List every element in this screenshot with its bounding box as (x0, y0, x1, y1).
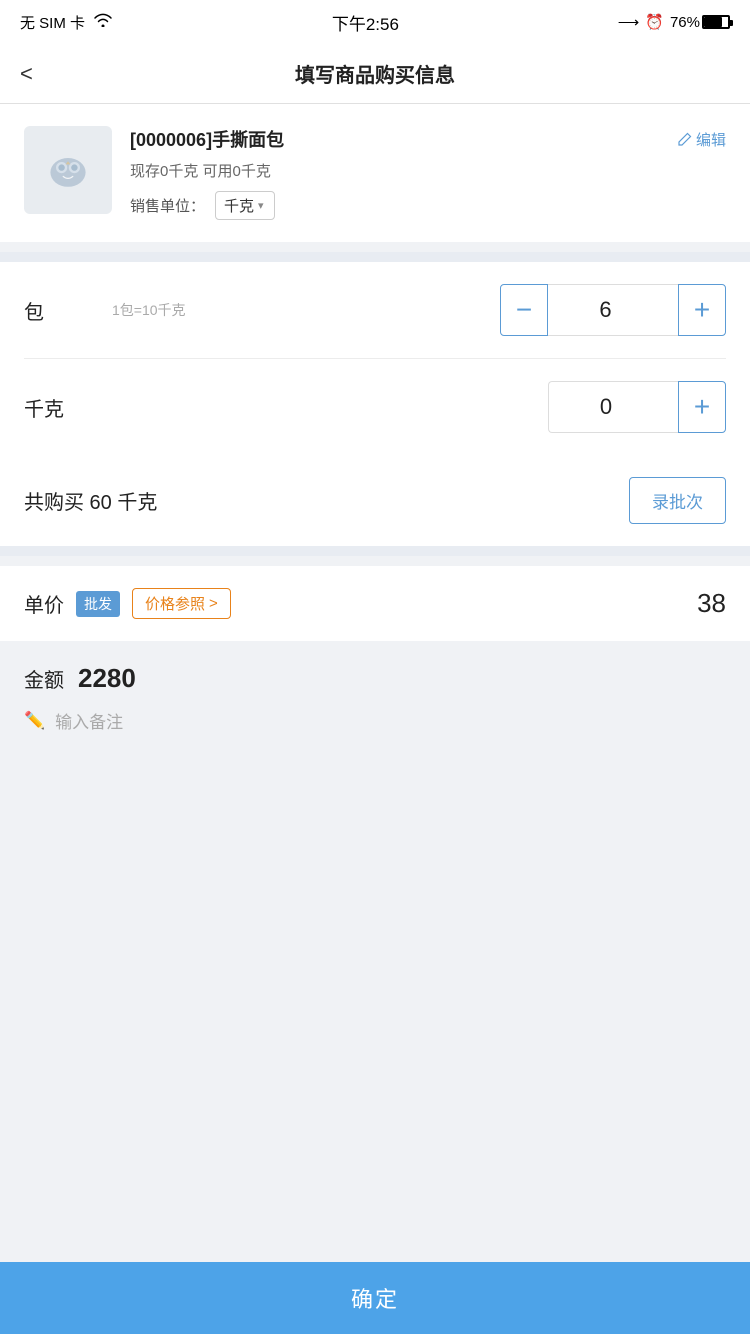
kg-qty-controls: + (548, 381, 726, 433)
battery-label: 76% (670, 14, 700, 31)
status-time: 下午2:56 (332, 10, 399, 35)
bag-minus-button[interactable]: − (500, 284, 548, 336)
price-value: 38 (697, 588, 726, 619)
wifi-icon (93, 13, 113, 31)
kg-plus-button[interactable]: + (678, 381, 726, 433)
bag-qty-controls: − + (500, 284, 726, 336)
product-info: [0000006]手撕面包 编辑 现存0千克 可用0千克 销售单位： 千克 ▾ (130, 126, 726, 220)
section-divider-2 (0, 546, 750, 556)
nav-bar: < 填写商品购买信息 (0, 44, 750, 104)
quantity-row-kg: 千克 + (24, 359, 726, 455)
input-section: 包 1包=10千克 − + 千克 + (0, 262, 750, 455)
bag-sublabel: 1包=10千克 (112, 300, 500, 320)
product-title-row: [0000006]手撕面包 编辑 (130, 126, 726, 152)
kg-label: 千克 (24, 393, 104, 422)
battery-icon (702, 15, 730, 29)
product-thumbnail (24, 126, 112, 214)
pencil-icon: ✏️ (24, 711, 45, 731)
price-label: 单价 (24, 589, 64, 618)
carrier-label: 无 SIM 卡 (20, 12, 85, 33)
status-right: ⟶ ⏰ 76% (618, 13, 730, 31)
price-row: 单价 批发 价格参照 > 38 (24, 588, 726, 619)
bag-label: 包 (24, 296, 104, 325)
amount-value: 2280 (78, 663, 136, 694)
status-left: 无 SIM 卡 (20, 12, 113, 33)
unit-label: 销售单位： (130, 195, 205, 216)
amount-label: 金额 (24, 664, 64, 693)
section-divider-1 (0, 252, 750, 262)
amount-section: 金额 2280 ✏️ 输入备注 (0, 641, 750, 743)
price-section: 单价 批发 价格参照 > 38 (0, 566, 750, 641)
price-batch-tag: 批发 (76, 591, 120, 617)
back-button[interactable]: < (20, 61, 33, 87)
bag-plus-button[interactable]: + (678, 284, 726, 336)
price-ref-button[interactable]: 价格参照 > (132, 588, 231, 619)
edit-button[interactable]: 编辑 (678, 129, 726, 150)
price-ref-label: 价格参照 (145, 593, 205, 614)
summary-text: 共购买 60 千克 (24, 486, 157, 515)
confirm-button[interactable]: 确定 (0, 1262, 750, 1334)
unit-select[interactable]: 千克 ▾ (215, 191, 275, 220)
batch-button[interactable]: 录批次 (629, 477, 726, 524)
quantity-row-bag: 包 1包=10千克 − + (24, 262, 726, 359)
note-placeholder: 输入备注 (55, 708, 123, 733)
edit-label: 编辑 (696, 129, 726, 150)
chevron-down-icon: ▾ (258, 199, 264, 212)
product-unit-row: 销售单位： 千克 ▾ (130, 191, 726, 220)
page-title: 填写商品购买信息 (295, 59, 455, 88)
bag-qty-input[interactable] (548, 284, 678, 336)
summary-row: 共购买 60 千克 录批次 (0, 455, 750, 546)
main-spacer (0, 743, 750, 1043)
product-name: [0000006]手撕面包 (130, 126, 284, 152)
status-bar: 无 SIM 卡 下午2:56 ⟶ ⏰ 76% (0, 0, 750, 44)
amount-row: 金额 2280 (24, 663, 726, 694)
product-card: [0000006]手撕面包 编辑 现存0千克 可用0千克 销售单位： 千克 ▾ (0, 104, 750, 242)
chevron-right-icon: > (209, 595, 218, 612)
unit-value: 千克 (224, 195, 254, 216)
product-stock: 现存0千克 可用0千克 (130, 160, 726, 181)
confirm-label: 确定 (351, 1282, 399, 1314)
note-row[interactable]: ✏️ 输入备注 (24, 708, 726, 733)
alarm-icon: ⏰ (645, 13, 664, 31)
kg-qty-input[interactable] (548, 381, 678, 433)
location-icon: ⟶ (618, 13, 640, 31)
